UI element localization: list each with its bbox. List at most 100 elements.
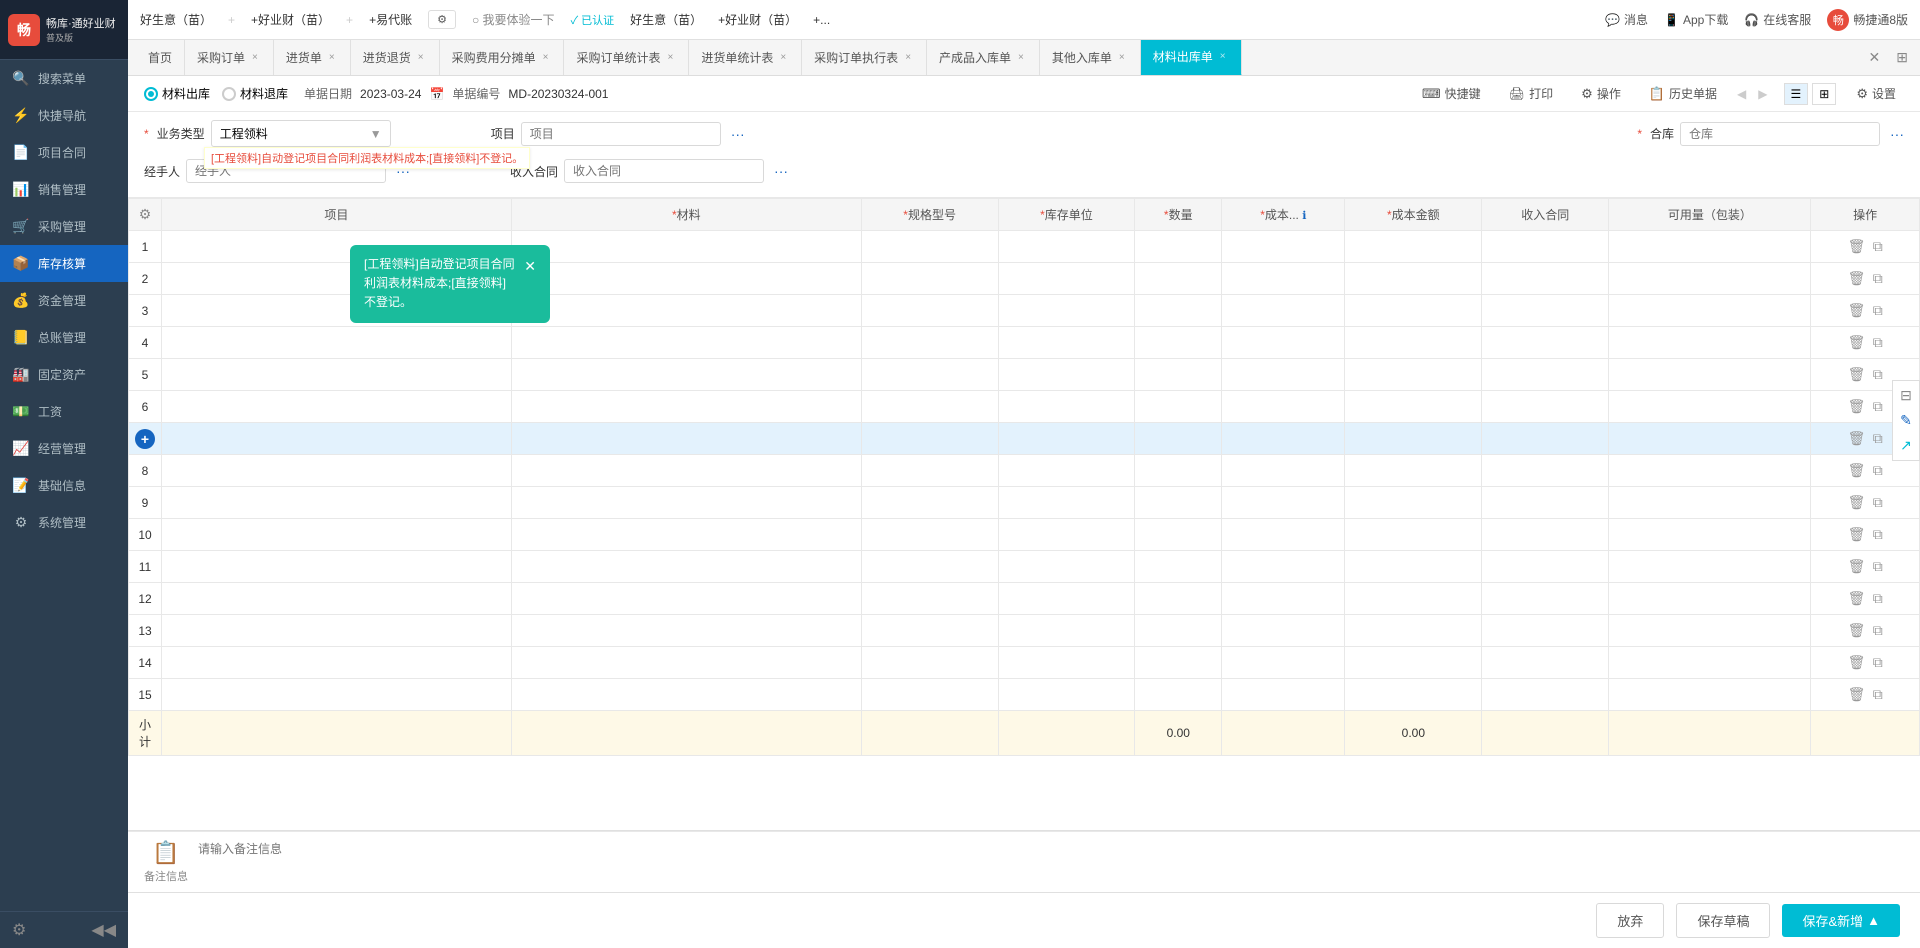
biztype-select[interactable]: 工程领料 ▼ xyxy=(211,120,391,147)
row-delete-btn[interactable]: 🗑 xyxy=(1846,396,1868,417)
tooltip-close-btn[interactable]: ✕ xyxy=(524,255,536,277)
tab-close-purchase-order[interactable]: × xyxy=(249,51,261,64)
topbar-link-haoshengyi[interactable]: 好生意（苗） xyxy=(140,11,212,28)
row-delete-btn[interactable]: 🗑 xyxy=(1846,236,1868,257)
sidebar-item-basicinfo[interactable]: 📝 基础信息 xyxy=(0,467,128,504)
row-delete-btn[interactable]: 🗑 xyxy=(1846,332,1868,353)
tab-close-po-exec[interactable]: × xyxy=(902,51,914,64)
right-panel-btn-3[interactable]: ↗ xyxy=(1900,437,1912,454)
quickkey-btn[interactable]: ⌨ 快捷键 xyxy=(1414,82,1489,105)
topbar-settings-btn[interactable]: ⚙ xyxy=(428,10,456,29)
sidebar-item-assets[interactable]: 🏭 固定资产 xyxy=(0,356,128,393)
row-delete-btn[interactable]: 🗑 xyxy=(1846,492,1868,513)
save-draft-button[interactable]: 保存草稿 xyxy=(1676,903,1770,938)
tab-po-exec[interactable]: 采购订单执行表 × xyxy=(802,40,927,76)
right-panel-btn-1[interactable]: ⊟ xyxy=(1900,387,1912,404)
sidebar-item-finance[interactable]: 💰 资金管理 xyxy=(0,282,128,319)
tab-home[interactable]: 首页 xyxy=(136,40,185,76)
topbar-link-hs2[interactable]: 好生意（苗） xyxy=(630,11,702,28)
row-delete-btn[interactable]: 🗑 xyxy=(1846,300,1868,321)
tab-receipt-stats[interactable]: 进货单统计表 × xyxy=(689,40,802,76)
sidebar-item-quicknav[interactable]: ⚡ 快捷导航 xyxy=(0,97,128,134)
row-copy-btn[interactable]: ⧉ xyxy=(1871,588,1885,609)
row-copy-btn[interactable]: ⧉ xyxy=(1871,620,1885,641)
row-material-input[interactable] xyxy=(518,432,855,446)
topbar-link-hyc2[interactable]: +好业财（苗） xyxy=(718,11,797,28)
row-delete-btn[interactable]: 🗑 xyxy=(1846,652,1868,673)
print-btn[interactable]: 🖨 打印 xyxy=(1501,82,1562,105)
tab-purchase-expense[interactable]: 采购费用分摊单 × xyxy=(440,40,565,76)
warehouse-input[interactable] xyxy=(1680,122,1880,146)
tab-purchase-order[interactable]: 采购订单 × xyxy=(185,40,274,76)
tab-material-out[interactable]: 材料出库单 × xyxy=(1141,40,1242,76)
tab-finished-goods[interactable]: 产成品入库单 × xyxy=(927,40,1040,76)
tab-close-material-out[interactable]: × xyxy=(1217,50,1229,63)
notes-textarea[interactable] xyxy=(198,840,1904,880)
tab-grid-btn[interactable]: ⊞ xyxy=(1892,47,1912,68)
row-copy-btn[interactable]: ⧉ xyxy=(1871,332,1885,353)
topbar-message[interactable]: 💬 消息 xyxy=(1605,11,1648,28)
project-lookup-icon[interactable]: ··· xyxy=(731,126,745,142)
radio-material-return[interactable]: 材料退库 xyxy=(222,85,288,102)
col-settings[interactable]: ⚙ xyxy=(129,199,162,231)
tab-close-finished-goods[interactable]: × xyxy=(1015,51,1027,64)
row-delete-btn[interactable]: 🗑 xyxy=(1846,684,1868,705)
sidebar-item-sales[interactable]: 📊 销售管理 xyxy=(0,171,128,208)
view-list-btn[interactable]: ☰ xyxy=(1784,83,1809,105)
row-copy-btn[interactable]: ⧉ xyxy=(1871,396,1885,417)
view-grid-btn[interactable]: ⊞ xyxy=(1812,83,1836,105)
row-delete-btn[interactable]: 🗑 xyxy=(1846,364,1868,385)
sidebar-item-project[interactable]: 📄 项目合同 xyxy=(0,134,128,171)
row-copy-btn[interactable]: ⧉ xyxy=(1871,684,1885,705)
cost-info-icon[interactable]: ℹ xyxy=(1302,210,1306,222)
warehouse-lookup-icon[interactable]: ··· xyxy=(1890,126,1904,142)
project-input[interactable] xyxy=(521,122,721,146)
row-copy-btn[interactable]: ⧉ xyxy=(1871,556,1885,577)
row-copy-btn[interactable]: ⧉ xyxy=(1871,268,1885,289)
row-delete-btn[interactable]: 🗑 xyxy=(1846,620,1868,641)
tab-receipt[interactable]: 进货单 × xyxy=(274,40,351,76)
topbar-link-yidaizhang[interactable]: +易代账 xyxy=(369,11,412,28)
sidebar-item-payroll[interactable]: 💵 工资 xyxy=(0,393,128,430)
radio-material-out[interactable]: 材料出库 xyxy=(144,85,210,102)
row-item-input[interactable] xyxy=(168,432,505,446)
row-delete-btn[interactable]: 🗑 xyxy=(1846,524,1868,545)
income-contract-lookup-icon[interactable]: ··· xyxy=(774,163,788,179)
tab-other-in[interactable]: 其他入库单 × xyxy=(1040,40,1141,76)
tab-close-other-in[interactable]: × xyxy=(1116,51,1128,64)
row-delete-btn[interactable]: 🗑 xyxy=(1846,268,1868,289)
sidebar-item-operations[interactable]: 📈 经营管理 xyxy=(0,430,128,467)
topbar-user[interactable]: 畅 畅捷通8版 xyxy=(1827,9,1908,31)
tab-close-receipt-return[interactable]: × xyxy=(415,51,427,64)
income-contract-input[interactable] xyxy=(564,159,764,183)
sidebar-item-search[interactable]: 🔍 搜索菜单 xyxy=(0,60,128,97)
row-copy-btn[interactable]: ⧉ xyxy=(1871,460,1885,481)
tab-close-all-btn[interactable]: ✕ xyxy=(1865,47,1885,68)
operate-btn[interactable]: ⚙ 操作 xyxy=(1573,82,1629,105)
topbar-link-more[interactable]: +... xyxy=(813,13,830,27)
settings-btn[interactable]: ⚙ 设置 xyxy=(1848,82,1904,105)
topbar-link-trial[interactable]: ○ 我要体验一下 xyxy=(472,11,555,28)
settings-gear-icon[interactable]: ⚙ xyxy=(12,920,26,940)
tab-close-purchase-stats[interactable]: × xyxy=(664,51,676,64)
row-copy-btn[interactable]: ⧉ xyxy=(1871,652,1885,673)
row-delete-btn[interactable]: 🗑 xyxy=(1846,428,1868,449)
row-delete-btn[interactable]: 🗑 xyxy=(1846,588,1868,609)
row-delete-btn[interactable]: 🗑 xyxy=(1846,556,1868,577)
row-copy-btn[interactable]: ⧉ xyxy=(1871,524,1885,545)
discard-button[interactable]: 放弃 xyxy=(1596,903,1664,938)
sidebar-item-inventory[interactable]: 📦 库存核算 xyxy=(0,245,128,282)
tab-purchase-stats[interactable]: 采购订单统计表 × xyxy=(564,40,689,76)
calendar-icon[interactable]: 📅 xyxy=(429,87,444,101)
topbar-app-download[interactable]: 📱 App下载 xyxy=(1664,11,1728,28)
tab-close-receipt-stats[interactable]: × xyxy=(777,51,789,64)
row-copy-btn[interactable]: ⧉ xyxy=(1871,428,1885,449)
row-delete-btn[interactable]: 🗑 xyxy=(1846,460,1868,481)
sidebar-item-purchase[interactable]: 🛒 采购管理 xyxy=(0,208,128,245)
sidebar-collapse-icon[interactable]: ◀◀ xyxy=(91,920,116,940)
add-row-btn[interactable]: + xyxy=(135,429,155,449)
history-btn[interactable]: 📋 历史单据 xyxy=(1641,82,1725,105)
row-copy-btn[interactable]: ⧉ xyxy=(1871,492,1885,513)
row-copy-btn[interactable]: ⧉ xyxy=(1871,300,1885,321)
sidebar-item-sysadmin[interactable]: ⚙ 系统管理 xyxy=(0,504,128,541)
